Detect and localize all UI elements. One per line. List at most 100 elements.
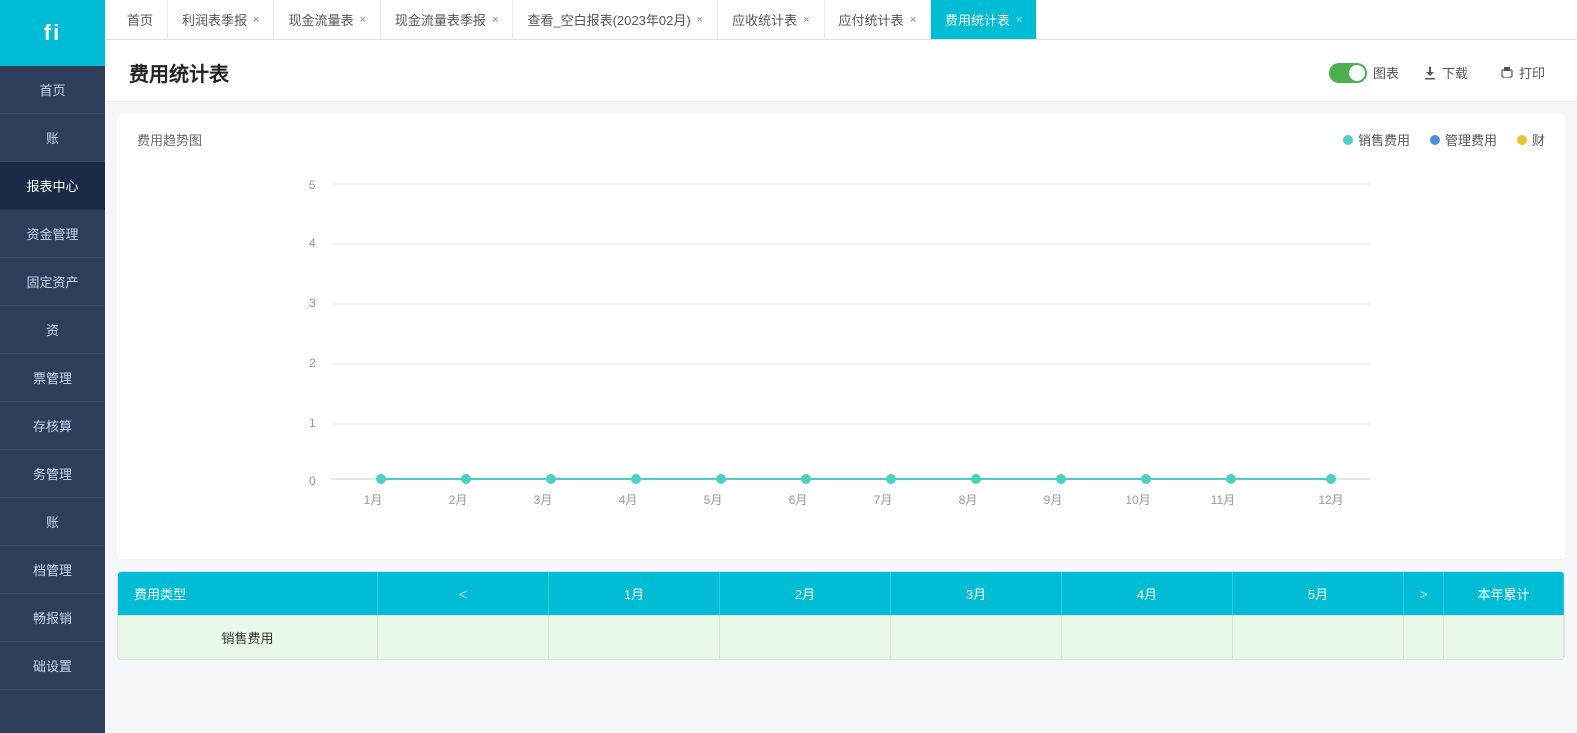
print-button[interactable]: 打印 [1492,59,1553,86]
nav-next-arrow[interactable]: > [1419,586,1427,602]
row-ytd [1444,616,1564,659]
sidebar-item-assets[interactable]: 固定资产 [0,258,105,306]
row-may [1233,616,1404,659]
chart-section: 费用趋势图 销售费用 管理费用 财 [117,114,1565,559]
sidebar-item-writeoff[interactable]: 畅报销 [0,594,105,642]
sidebar-item-report[interactable]: 报表中心 [0,162,105,210]
chart-container: 5 4 3 2 1 0 [137,159,1545,539]
sidebar-item-ledger[interactable]: 账 [0,114,105,162]
row-jan [549,616,720,659]
nav-next-cell[interactable]: > [1404,572,1444,615]
legend-admin-dot [1430,135,1440,145]
col-type: 费用类型 [118,572,378,615]
tab-receivable[interactable]: 应收统计表 × [718,0,824,40]
sidebar-item-settings[interactable]: 础设置 [0,642,105,690]
tab-cashflow[interactable]: 现金流量表 × [274,0,380,40]
svg-text:7月: 7月 [874,493,893,507]
svg-text:1月: 1月 [364,493,383,507]
tab-cashflow-q[interactable]: 现金流量表季报 × [381,0,513,40]
col-mar: 3月 [891,572,1062,615]
table-section: 费用类型 < 1月 2月 3月 4月 5月 [117,571,1565,660]
nav-prev-arrow[interactable]: < [459,586,467,602]
sidebar-item-home[interactable]: 首页 [0,66,105,114]
sidebar-item-service[interactable]: 务管理 [0,450,105,498]
legend-finance-dot [1517,135,1527,145]
col-ytd: 本年累计 [1444,572,1564,615]
legend-admin: 管理费用 [1430,130,1497,149]
legend-admin-label: 管理费用 [1445,130,1497,149]
sidebar-logo: fi [0,0,105,66]
content-area: 费用统计表 图表 下载 [105,40,1577,733]
col-jan: 1月 [549,572,720,615]
legend-finance: 财 [1517,130,1545,149]
legend-sales-label: 销售费用 [1358,130,1410,149]
svg-text:10月: 10月 [1125,493,1150,507]
sidebar-item-fund[interactable]: 资金管理 [0,210,105,258]
sidebar-item-account[interactable]: 账 [0,498,105,546]
tab-receivable-close[interactable]: × [803,14,809,26]
chart-toggle[interactable]: 图表 [1329,63,1399,83]
page-title: 费用统计表 [129,58,229,87]
row-feb [720,616,891,659]
row-mar [891,616,1062,659]
toggle-label: 图表 [1373,63,1399,82]
svg-text:12月: 12月 [1318,493,1343,507]
tab-blank[interactable]: 查看_空白报表(2023年02月) × [513,0,718,40]
chart-title: 费用趋势图 [137,130,202,149]
table-row: 销售费用 [118,615,1564,659]
tab-cashflow-close[interactable]: × [359,14,365,26]
toggle-track[interactable] [1329,63,1367,83]
chart-legend: 销售费用 管理费用 财 [1343,130,1545,149]
nav-prev-cell[interactable]: < [378,572,549,615]
sidebar-item-invoice[interactable]: 票管理 [0,354,105,402]
svg-text:5月: 5月 [704,493,723,507]
tab-bar: 首页 利润表季报 × 现金流量表 × 现金流量表季报 × 查看_空白报表(202… [105,0,1577,40]
tab-cashflow-q-close[interactable]: × [492,14,498,26]
download-button[interactable]: 下载 [1415,59,1476,86]
sidebar: fi 首页 账 报表中心 资金管理 固定资产 资 票管理 存核算 务管理 账 档… [0,0,105,733]
row-type-label: 销售费用 [118,616,378,659]
chart-header: 费用趋势图 销售费用 管理费用 财 [137,130,1545,149]
tab-home[interactable]: 首页 [113,0,168,40]
tab-payable-close[interactable]: × [910,14,916,26]
svg-text:6月: 6月 [789,493,808,507]
table-header: 费用类型 < 1月 2月 3月 4月 5月 [118,572,1564,615]
tab-profit-close[interactable]: × [253,14,259,26]
svg-text:3: 3 [309,296,316,310]
print-icon [1500,66,1514,80]
svg-text:2: 2 [309,356,316,370]
svg-text:4: 4 [309,236,316,250]
row-nav-next [1404,616,1444,659]
legend-sales-dot [1343,135,1353,145]
row-nav-prev [378,616,549,659]
sidebar-item-salary[interactable]: 资 [0,306,105,354]
page-header: 费用统计表 图表 下载 [105,40,1577,102]
legend-sales: 销售费用 [1343,130,1410,149]
svg-text:0: 0 [309,474,316,488]
col-feb: 2月 [720,572,891,615]
svg-text:2月: 2月 [449,493,468,507]
sidebar-item-archive[interactable]: 档管理 [0,546,105,594]
trend-chart: 5 4 3 2 1 0 [137,159,1545,529]
sidebar-item-inventory[interactable]: 存核算 [0,402,105,450]
toggle-thumb [1349,65,1365,81]
svg-text:3月: 3月 [534,493,553,507]
tab-profit[interactable]: 利润表季报 × [168,0,274,40]
svg-text:4月: 4月 [619,493,638,507]
main-area: 首页 利润表季报 × 现金流量表 × 现金流量表季报 × 查看_空白报表(202… [105,0,1577,733]
svg-text:5: 5 [309,178,316,192]
row-apr [1062,616,1233,659]
svg-text:9月: 9月 [1044,493,1063,507]
svg-text:1: 1 [309,416,316,430]
col-apr: 4月 [1062,572,1233,615]
svg-text:11月: 11月 [1211,493,1235,507]
tab-payable[interactable]: 应付统计表 × [825,0,931,40]
tab-expense[interactable]: 费用统计表 × [931,0,1037,40]
legend-finance-label: 财 [1532,130,1545,149]
tab-blank-close[interactable]: × [697,14,703,26]
tab-expense-close[interactable]: × [1016,14,1022,26]
svg-text:8月: 8月 [959,493,978,507]
download-icon [1423,66,1437,80]
col-may: 5月 [1233,572,1404,615]
header-actions: 图表 下载 打印 [1329,59,1553,86]
